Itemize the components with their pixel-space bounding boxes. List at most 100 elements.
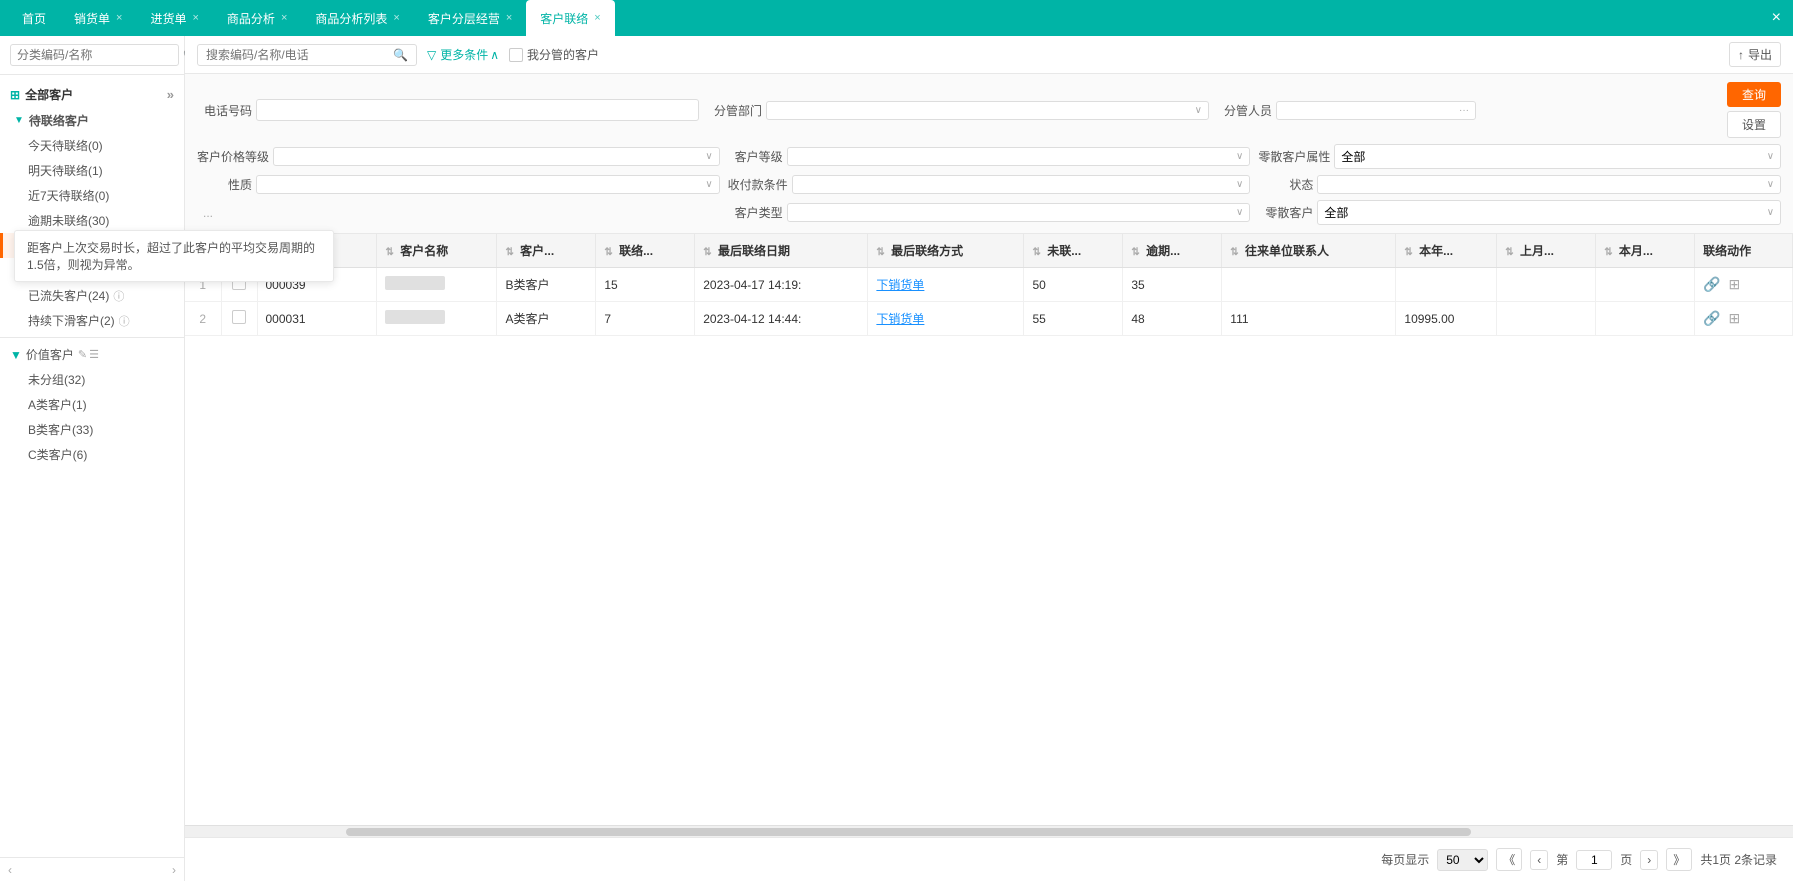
nav-tab-product-analysis[interactable]: 商品分析 × (213, 0, 301, 36)
customers-table: ⚙ ⇅ 客户编码 ⇅ 客户名称 ⇅ (185, 234, 1793, 336)
row-1-last-method[interactable]: 下销货单 (868, 268, 1024, 302)
phone-input[interactable] (256, 99, 699, 121)
filter-search-icon[interactable]: 🔍 (393, 48, 408, 62)
first-page-button[interactable]: 《 (1496, 848, 1522, 871)
nav-tab-customer-segment[interactable]: 客户分层经营 × (414, 0, 526, 36)
status-select[interactable]: ∨ (1317, 175, 1781, 194)
last-page-button[interactable]: 》 (1666, 848, 1692, 871)
category-search-input[interactable] (10, 44, 179, 66)
export-button[interactable]: ↑ 导出 (1729, 42, 1781, 67)
next-page-button[interactable]: › (1640, 850, 1658, 870)
dept-chevron: ∨ (1195, 105, 1202, 116)
sort-year-icon[interactable]: ⇅ (1404, 247, 1412, 258)
retail-attr-chevron: ∨ (1767, 151, 1774, 162)
sort-level-icon[interactable]: ⇅ (505, 247, 513, 258)
price-chevron: ∨ (705, 151, 712, 162)
c-class-item[interactable]: C类客户(6) (0, 442, 184, 467)
nav-tab-customer-contact[interactable]: 客户联络 × (526, 0, 614, 36)
row-1-link-icon[interactable]: 🔗 (1703, 276, 1720, 293)
sort-this-month-icon[interactable]: ⇅ (1604, 247, 1612, 258)
ungroup-item[interactable]: 未分组(32) (0, 367, 184, 392)
close-customer-contact-tab[interactable]: × (594, 12, 600, 24)
week-contact-item[interactable]: 近7天待联络(0) (0, 183, 184, 208)
col-header-actions: 联络动作 (1695, 234, 1793, 268)
row-2-check[interactable] (232, 310, 246, 324)
lost-customers-item[interactable]: 已流失客户(24) ⓘ (0, 283, 184, 308)
row-1-contact-count: 15 (596, 268, 695, 302)
sort-person-icon[interactable]: ⇅ (1230, 247, 1238, 258)
page-number-input[interactable] (1576, 850, 1612, 870)
sidebar-scroll-right[interactable]: › (172, 863, 176, 877)
tomorrow-contact-item[interactable]: 明天待联络(1) (0, 158, 184, 183)
value-customers-group-header[interactable]: ▼ 价值客户 ✎ ☰ (0, 342, 184, 367)
page-size-select[interactable]: 50 20 100 (1437, 849, 1488, 871)
row-1-method-link[interactable]: 下销货单 (876, 278, 924, 292)
pending-contact-group: ▼ 待联络客户 今天待联络(0) 明天待联络(1) 近7天待联络(0) 逾期未联… (0, 108, 184, 233)
edit-icon[interactable]: ✎ (78, 348, 87, 361)
row-2-code[interactable]: 000031 (257, 302, 377, 336)
nav-tab-home[interactable]: 首页 (8, 0, 60, 36)
retail-attr-select[interactable]: 全部 ∨ (1334, 144, 1781, 169)
today-contact-item[interactable]: 今天待联络(0) (0, 133, 184, 158)
grid-icon: ⊞ (10, 88, 20, 102)
my-customers-check[interactable] (509, 48, 523, 62)
row-2-last-method[interactable]: 下销货单 (868, 302, 1024, 336)
sort-date-icon[interactable]: ⇅ (703, 247, 711, 258)
dept-select[interactable]: ∨ (766, 101, 1209, 120)
payment-filter: 收付款条件 ∨ (728, 175, 1251, 194)
declining-customers-item[interactable]: 持续下滑客户(2) ⓘ (0, 308, 184, 333)
all-customers-header[interactable]: ⊞ 全部客户 » (0, 81, 184, 108)
prev-page-button[interactable]: ‹ (1530, 850, 1548, 870)
query-button[interactable]: 查询 (1727, 82, 1781, 107)
col-header-last-month: ⇅ 上月... (1497, 234, 1596, 268)
sort-uncontacted-icon[interactable]: ⇅ (1032, 247, 1040, 258)
manager-select[interactable]: ··· (1276, 101, 1476, 120)
gender-chevron: ∨ (705, 179, 712, 190)
row-1-name (377, 268, 497, 302)
close-sales-tab[interactable]: × (116, 12, 122, 24)
payment-select[interactable]: ∨ (792, 175, 1251, 194)
sort-last-month-icon[interactable]: ⇅ (1505, 247, 1513, 258)
scrollbar-thumb[interactable] (346, 828, 1472, 836)
horizontal-scrollbar[interactable] (185, 825, 1793, 837)
search-box: 🔍 (197, 44, 417, 66)
settings-icon[interactable]: ☰ (89, 348, 99, 361)
sort-overdue-icon[interactable]: ⇅ (1131, 247, 1139, 258)
settings-button[interactable]: 设置 (1727, 111, 1781, 138)
export-icon: ↑ (1738, 48, 1744, 62)
sidebar-scroll-left[interactable]: ‹ (8, 863, 12, 877)
collapse-icon[interactable]: » (167, 87, 174, 102)
customer-type-select[interactable]: ∨ (787, 203, 1251, 222)
row-2-link-icon[interactable]: 🔗 (1703, 310, 1720, 327)
customer-type-filter: 客户类型 ∨ (728, 203, 1251, 222)
row-1-grid-icon[interactable]: ⊞ (1729, 276, 1741, 293)
a-class-item[interactable]: A类客户(1) (0, 392, 184, 417)
sort-name-icon[interactable]: ⇅ (385, 247, 393, 258)
close-product-list-tab[interactable]: × (393, 12, 399, 24)
my-customers-checkbox[interactable]: 我分管的客户 (509, 46, 599, 63)
close-customer-segment-tab[interactable]: × (506, 12, 512, 24)
row-2-grid-icon[interactable]: ⊞ (1729, 310, 1741, 327)
nav-tab-product-list[interactable]: 商品分析列表 × (301, 0, 413, 36)
customer-level-select[interactable]: ∨ (787, 147, 1251, 166)
col-header-overdue: ⇅ 逾期... (1123, 234, 1222, 268)
sort-method-icon[interactable]: ⇅ (876, 247, 884, 258)
pending-contact-group-header[interactable]: ▼ 待联络客户 (0, 108, 184, 133)
top-navigation: 首页 销货单 × 进货单 × 商品分析 × 商品分析列表 × 客户分层经营 × … (0, 0, 1793, 36)
close-product-analysis-tab[interactable]: × (281, 12, 287, 24)
price-level-select[interactable]: ∨ (273, 147, 720, 166)
close-purchase-tab[interactable]: × (192, 12, 198, 24)
retail-customer-filter: 零散客户 全部 ∨ (1258, 200, 1781, 225)
row-2-checkbox[interactable] (221, 302, 257, 336)
more-conditions-btn[interactable]: ▽ 更多条件 ∧ (427, 46, 499, 63)
window-close-button[interactable]: × (1772, 9, 1781, 27)
row-2-method-link[interactable]: 下销货单 (876, 312, 924, 326)
nav-tab-purchase[interactable]: 进货单 × (136, 0, 212, 36)
gender-select[interactable]: ∨ (256, 175, 720, 194)
nav-tab-sales[interactable]: 销货单 × (60, 0, 136, 36)
retail-customer-select[interactable]: 全部 ∨ (1317, 200, 1781, 225)
sort-contact-icon[interactable]: ⇅ (604, 247, 612, 258)
b-class-item[interactable]: B类客户(33) (0, 417, 184, 442)
col-header-level: ⇅ 客户... (497, 234, 596, 268)
search-input[interactable] (206, 48, 393, 62)
